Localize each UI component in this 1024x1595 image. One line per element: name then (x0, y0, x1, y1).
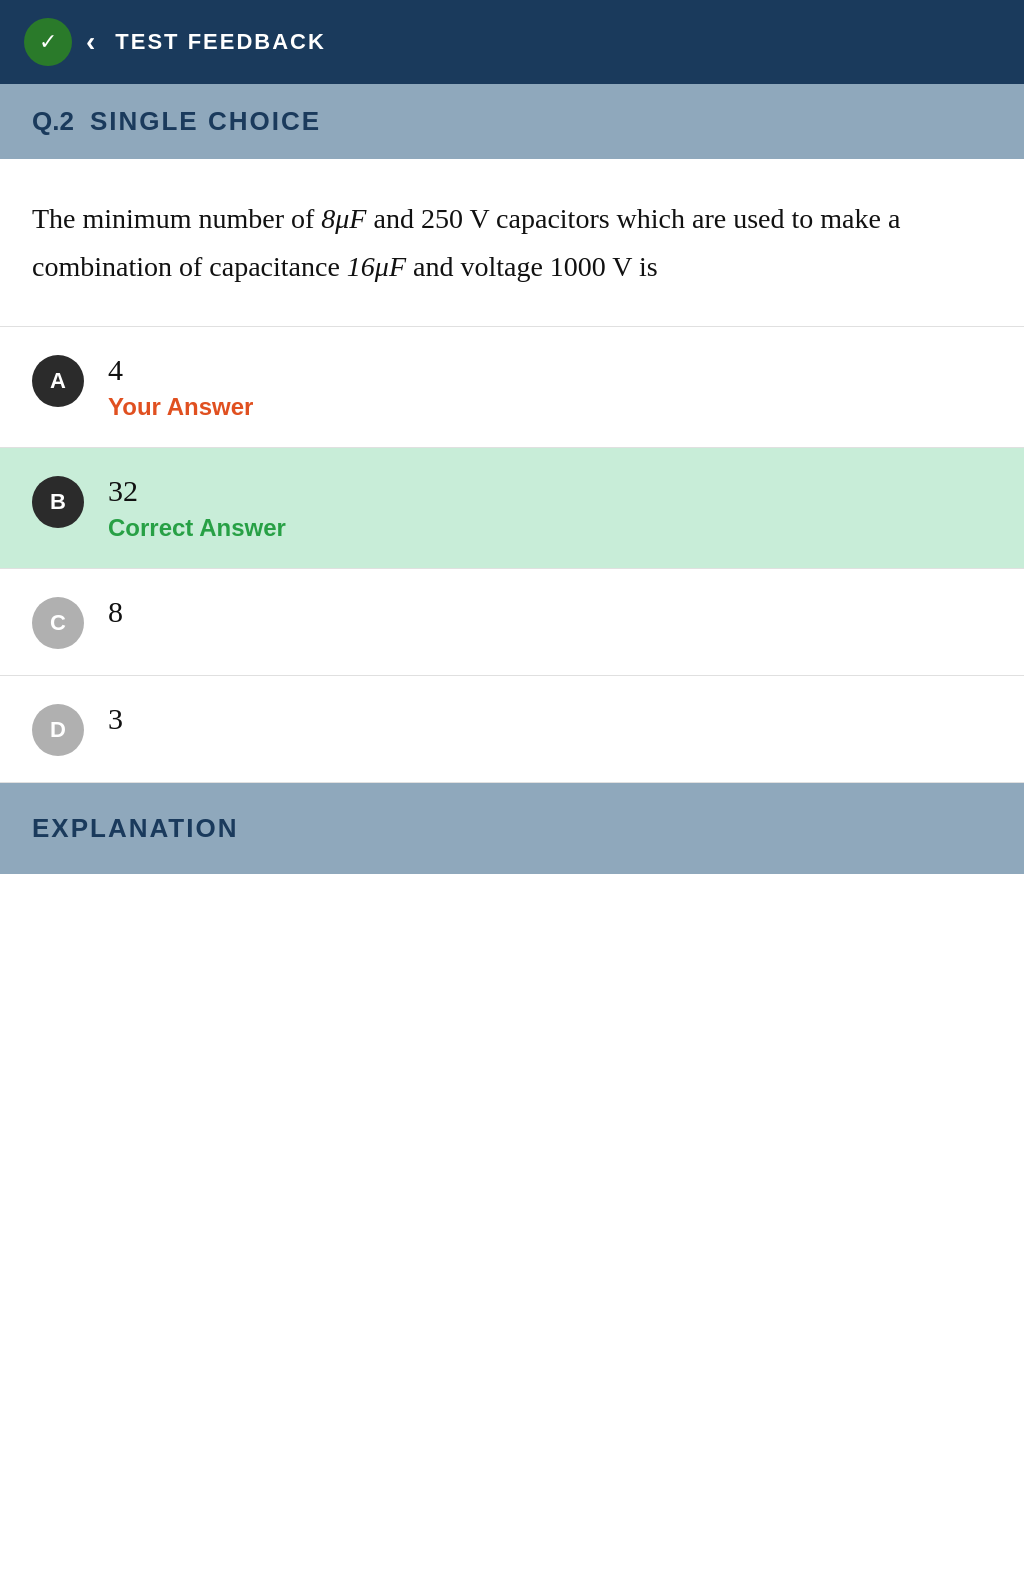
explanation-title: EXPLANATION (32, 813, 238, 843)
option-circle-b: B (32, 476, 84, 528)
option-row-d[interactable]: D 3 (0, 676, 1024, 783)
app-logo: ✓ (24, 18, 72, 66)
header: ✓ ‹ TEST FEEDBACK (0, 0, 1024, 84)
math-expression-1: 8μF (321, 203, 366, 234)
option-letter-d: D (50, 717, 66, 743)
question-label-bar: Q.2 SINGLE CHOICE (0, 84, 1024, 159)
option-row-a[interactable]: A 4 Your Answer (0, 327, 1024, 448)
option-content-b: 32 Correct Answer (108, 474, 286, 542)
option-row-c[interactable]: C 8 (0, 569, 1024, 676)
option-content-d: 3 (108, 702, 123, 736)
question-type: SINGLE CHOICE (90, 106, 321, 137)
option-value-a: 4 (108, 353, 253, 387)
question-body: The minimum number of 8μF and 250 V capa… (0, 159, 1024, 327)
logo-checkmark-icon: ✓ (39, 29, 57, 55)
math-expression-2: 16μF (347, 251, 406, 282)
option-letter-b: B (50, 489, 66, 515)
option-circle-a: A (32, 355, 84, 407)
option-letter-c: C (50, 610, 66, 636)
your-answer-label: Your Answer (108, 393, 253, 421)
option-content-c: 8 (108, 595, 123, 629)
question-number: Q.2 (32, 106, 74, 137)
correct-answer-label: Correct Answer (108, 514, 286, 542)
option-content-a: 4 Your Answer (108, 353, 253, 421)
option-circle-c: C (32, 597, 84, 649)
header-title: TEST FEEDBACK (115, 29, 326, 55)
option-letter-a: A (50, 368, 66, 394)
option-value-c: 8 (108, 595, 123, 629)
back-icon[interactable]: ‹ (86, 26, 97, 58)
option-value-b: 32 (108, 474, 286, 508)
option-circle-d: D (32, 704, 84, 756)
option-row-b[interactable]: B 32 Correct Answer (0, 448, 1024, 569)
options-container: A 4 Your Answer B 32 Correct Answer C 8 … (0, 327, 1024, 783)
explanation-bar[interactable]: EXPLANATION (0, 783, 1024, 874)
option-value-d: 3 (108, 702, 123, 736)
